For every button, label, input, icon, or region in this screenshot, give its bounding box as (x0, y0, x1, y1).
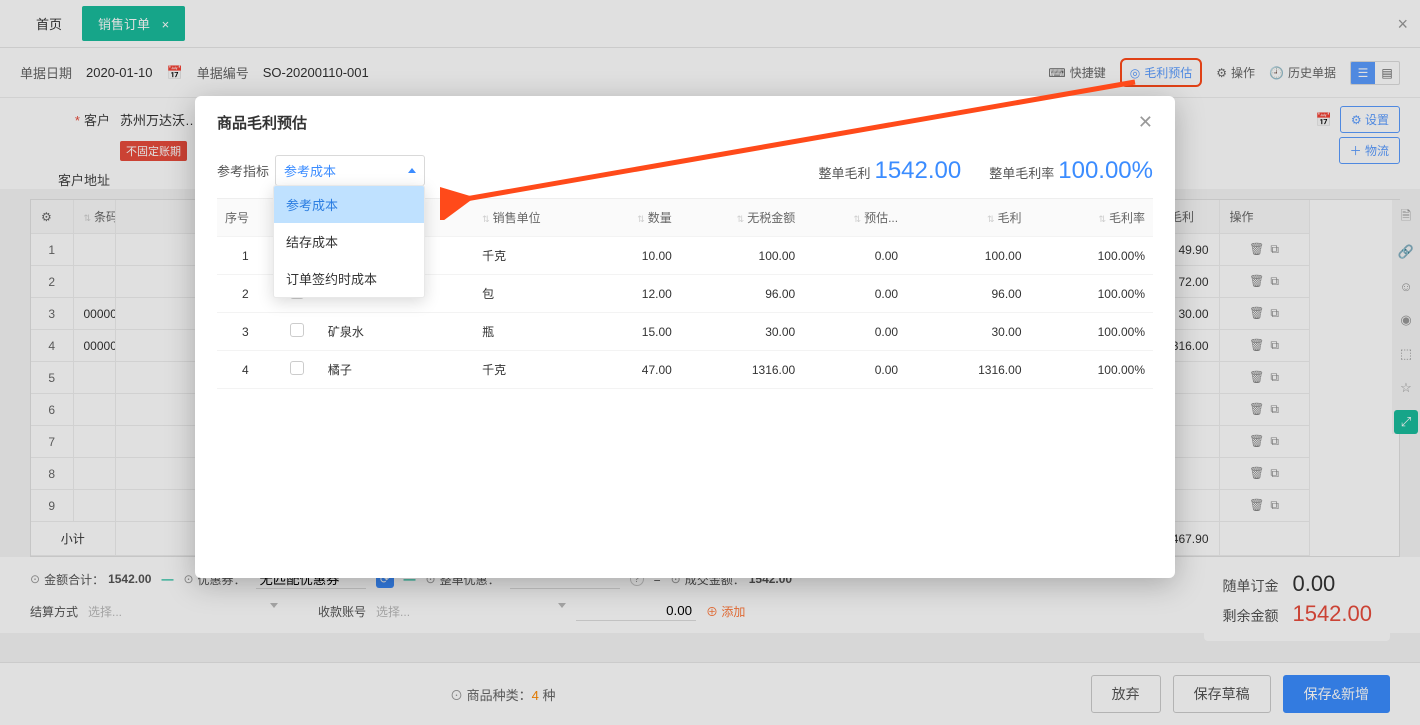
col-index: 序号 (217, 199, 274, 237)
select-value: 参考成本 (284, 161, 336, 180)
profit-modal: 商品毛利预估 ✕ 参考指标 参考成本 参考成本 结存成本 订单签约时成本 整单毛… (195, 96, 1175, 578)
dropdown-option[interactable]: 结存成本 (274, 223, 424, 260)
chevron-up-icon (408, 168, 416, 173)
modal-title: 商品毛利预估 (217, 112, 307, 133)
col-qty[interactable]: ⇅数量 (577, 199, 680, 237)
modal-close-icon[interactable]: ✕ (1138, 112, 1153, 133)
col-estimate[interactable]: ⇅预估... (803, 199, 906, 237)
total-profit-label: 整单毛利 (818, 166, 870, 181)
total-rate-value: 100.00% (1058, 157, 1153, 184)
dropdown-option[interactable]: 参考成本 (274, 186, 424, 223)
col-amount-notax[interactable]: ⇅无税金额 (680, 199, 803, 237)
table-row[interactable]: 4橘子千克47.001316.000.001316.00100.00% (217, 351, 1153, 389)
dropdown-option[interactable]: 订单签约时成本 (274, 260, 424, 297)
checkbox[interactable] (290, 361, 304, 375)
col-unit[interactable]: ⇅销售单位 (474, 199, 577, 237)
col-rate[interactable]: ⇅毛利率 (1030, 199, 1154, 237)
checkbox[interactable] (290, 323, 304, 337)
total-profit-value: 1542.00 (874, 157, 961, 184)
col-profit[interactable]: ⇅毛利 (906, 199, 1029, 237)
reference-metric-select[interactable]: 参考成本 (275, 155, 425, 186)
total-rate-label: 整单毛利率 (989, 166, 1054, 181)
reference-metric-label: 参考指标 (217, 161, 269, 180)
table-row[interactable]: 3矿泉水瓶15.0030.000.0030.00100.00% (217, 313, 1153, 351)
reference-metric-dropdown: 参考成本 结存成本 订单签约时成本 (273, 185, 425, 298)
